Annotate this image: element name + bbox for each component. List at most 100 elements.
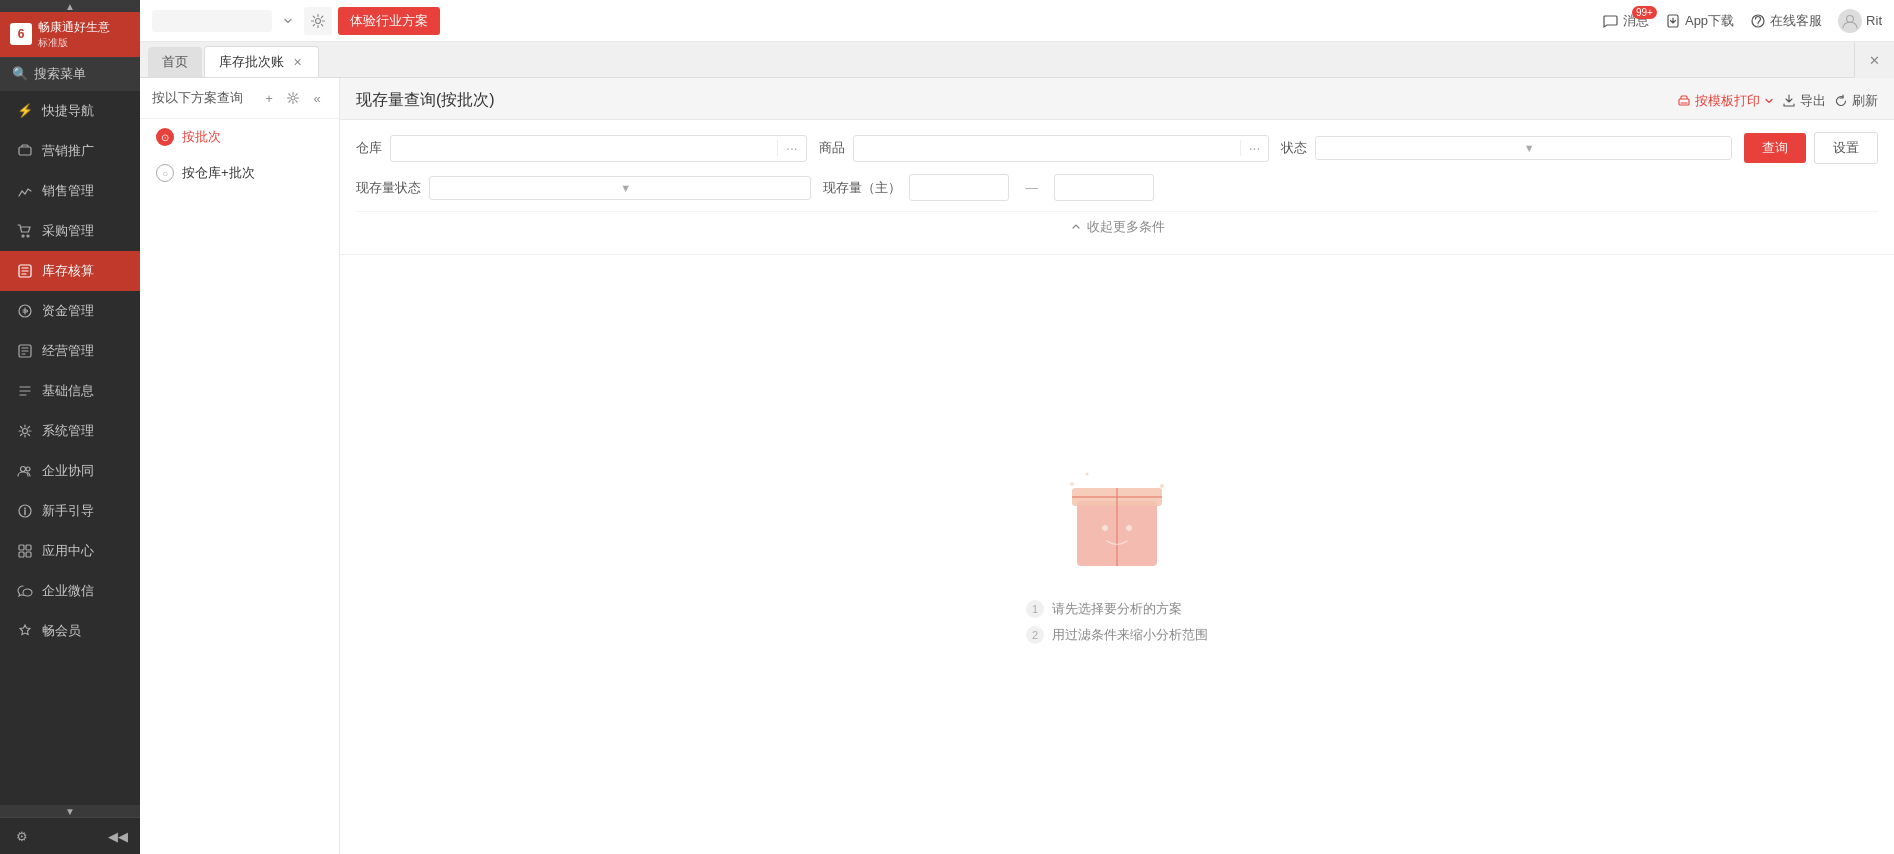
status-select[interactable]: ▼	[1315, 136, 1732, 160]
export-btn[interactable]: 导出	[1782, 92, 1826, 110]
filter-field-warehouse: 仓库 ···	[356, 135, 807, 162]
left-panel: 按以下方案查询 + « ⊙ 按批次 ○ 按仓库+批次	[140, 78, 340, 854]
stock-status-label: 现存量状态	[356, 179, 421, 197]
tabbar: 首页 库存批次账 ✕ ✕	[140, 42, 1894, 78]
scheme-batch-label: 按批次	[182, 128, 221, 146]
app-center-icon	[16, 542, 34, 560]
messages-badge: 99+	[1632, 6, 1657, 19]
main-area: 体验行业方案 消息 99+ App下载 在线客服 Rit	[140, 0, 1894, 854]
sidebar-item-finance[interactable]: 资金管理	[0, 291, 140, 331]
left-panel-actions: + «	[259, 88, 327, 108]
filter-field-stock-qty: 现存量（主） —	[823, 174, 1278, 201]
sidebar-item-quick-nav[interactable]: ⚡ 快捷导航	[0, 91, 140, 131]
topbar-right: 消息 99+ App下载 在线客服 Rit	[1601, 9, 1882, 33]
app-download-label: App下载	[1685, 12, 1734, 30]
collapse-more-label: 收起更多条件	[1087, 218, 1165, 236]
svg-point-29	[1102, 525, 1108, 531]
scheme-settings-icon[interactable]	[283, 88, 303, 108]
collapse-more-btn[interactable]: 收起更多条件	[356, 211, 1878, 242]
refresh-btn[interactable]: 刷新	[1834, 92, 1878, 110]
product-dots-btn[interactable]: ···	[1240, 140, 1269, 156]
scroll-down-icon: ▼	[65, 806, 75, 817]
filter-row-1: 仓库 ··· 商品 ···	[356, 132, 1878, 164]
sidebar-header: 6 畅康通好生意 标准版	[0, 12, 140, 57]
sidebar-item-enterprise-collab[interactable]: 企业协同	[0, 451, 140, 491]
left-panel-title: 按以下方案查询	[152, 89, 243, 107]
sidebar-scroll-top[interactable]: ▲	[0, 0, 140, 12]
sidebar-item-inventory[interactable]: 库存核算	[0, 251, 140, 291]
sidebar-item-app-center[interactable]: 应用中心	[0, 531, 140, 571]
stock-qty-to-input[interactable]	[1054, 174, 1154, 201]
enterprise-collab-icon	[16, 462, 34, 480]
stock-status-select[interactable]: ▼	[429, 176, 811, 200]
sidebar-item-guide[interactable]: 新手引导	[0, 491, 140, 531]
tab-close-icon[interactable]: ✕	[290, 55, 304, 69]
sales-icon	[16, 182, 34, 200]
scheme-item-by-batch[interactable]: ⊙ 按批次	[140, 119, 339, 155]
product-input[interactable]	[854, 136, 1240, 161]
tab-inventory-batch[interactable]: 库存批次账 ✕	[204, 46, 319, 77]
settings-button[interactable]: 设置	[1814, 132, 1878, 164]
svg-rect-11	[26, 545, 31, 550]
svg-point-2	[27, 235, 29, 237]
guide-icon	[16, 502, 34, 520]
user-avatar-btn[interactable]: Rit	[1838, 9, 1882, 33]
enterprise-wechat-icon	[16, 582, 34, 600]
search-icon: 🔍	[12, 66, 28, 81]
warehouse-dots-btn[interactable]: ···	[777, 140, 806, 156]
svg-rect-12	[19, 552, 24, 557]
export-label: 导出	[1800, 92, 1826, 110]
online-service-btn[interactable]: 在线客服	[1750, 12, 1822, 30]
sidebar-item-system[interactable]: 系统管理	[0, 411, 140, 451]
sidebar-item-operations[interactable]: 经营管理	[0, 331, 140, 371]
topbar: 体验行业方案 消息 99+ App下载 在线客服 Rit	[140, 0, 1894, 42]
sidebar-search[interactable]: 🔍 搜索菜单	[0, 57, 140, 91]
add-scheme-btn[interactable]: +	[259, 88, 279, 108]
collapse-sidebar-icon[interactable]: ◀◀	[108, 826, 128, 846]
topbar-gear-btn[interactable]	[304, 7, 332, 35]
svg-point-27	[1160, 484, 1164, 488]
messages-btn[interactable]: 消息 99+	[1601, 12, 1649, 30]
sidebar-item-marketing[interactable]: 营销推广	[0, 131, 140, 171]
topbar-search-input[interactable]	[160, 14, 240, 28]
basic-info-icon	[16, 382, 34, 400]
collapse-left-panel-icon[interactable]: «	[307, 88, 327, 108]
collapse-icon	[1069, 220, 1083, 234]
svg-point-28	[1086, 472, 1089, 475]
scheme-item-by-warehouse-batch[interactable]: ○ 按仓库+批次	[140, 155, 339, 191]
app-title: 畅康通好生意 标准版	[38, 20, 110, 49]
tab-right-close-btn[interactable]: ✕	[1854, 42, 1894, 78]
settings-icon[interactable]: ⚙	[12, 826, 32, 846]
topbar-search-dropdown[interactable]	[278, 11, 298, 31]
sidebar-nav-list: ⚡ 快捷导航 营销推广 销售管理 采购管理	[0, 91, 140, 805]
step-2-text: 用过滤条件来缩小分析范围	[1052, 626, 1208, 644]
query-button[interactable]: 查询	[1744, 133, 1806, 163]
warehouse-input[interactable]	[391, 136, 777, 161]
filter-actions: 查询 设置	[1744, 132, 1878, 164]
sidebar-item-member[interactable]: 畅会员	[0, 611, 140, 651]
topbar-left: 体验行业方案	[152, 7, 1593, 35]
product-label: 商品	[819, 139, 845, 157]
status-chevron-icon: ▼	[1524, 142, 1723, 154]
page-title-bar: 现存量查询(按批次) 按模板打印 导出 刷新	[340, 78, 1894, 120]
sidebar-item-enterprise-wechat[interactable]: 企业微信	[0, 571, 140, 611]
stock-qty-from-input[interactable]	[909, 174, 1009, 201]
svg-point-15	[316, 18, 321, 23]
sidebar-item-purchase[interactable]: 采购管理	[0, 211, 140, 251]
system-icon	[16, 422, 34, 440]
svg-rect-10	[19, 545, 24, 550]
sidebar-item-sales[interactable]: 销售管理	[0, 171, 140, 211]
sidebar-scroll-bottom[interactable]: ▼	[0, 805, 140, 817]
topbar-search-box[interactable]	[152, 10, 272, 32]
warehouse-label: 仓库	[356, 139, 382, 157]
svg-rect-13	[26, 552, 31, 557]
svg-point-7	[21, 466, 26, 471]
inventory-icon	[16, 262, 34, 280]
tab-home[interactable]: 首页	[148, 47, 202, 77]
sidebar-item-basic-info[interactable]: 基础信息	[0, 371, 140, 411]
experience-btn[interactable]: 体验行业方案	[338, 7, 440, 35]
print-template-btn[interactable]: 按模板打印	[1677, 92, 1774, 110]
marketing-icon	[16, 142, 34, 160]
warehouse-input-wrapper: ···	[390, 135, 807, 162]
app-download-btn[interactable]: App下载	[1665, 12, 1734, 30]
